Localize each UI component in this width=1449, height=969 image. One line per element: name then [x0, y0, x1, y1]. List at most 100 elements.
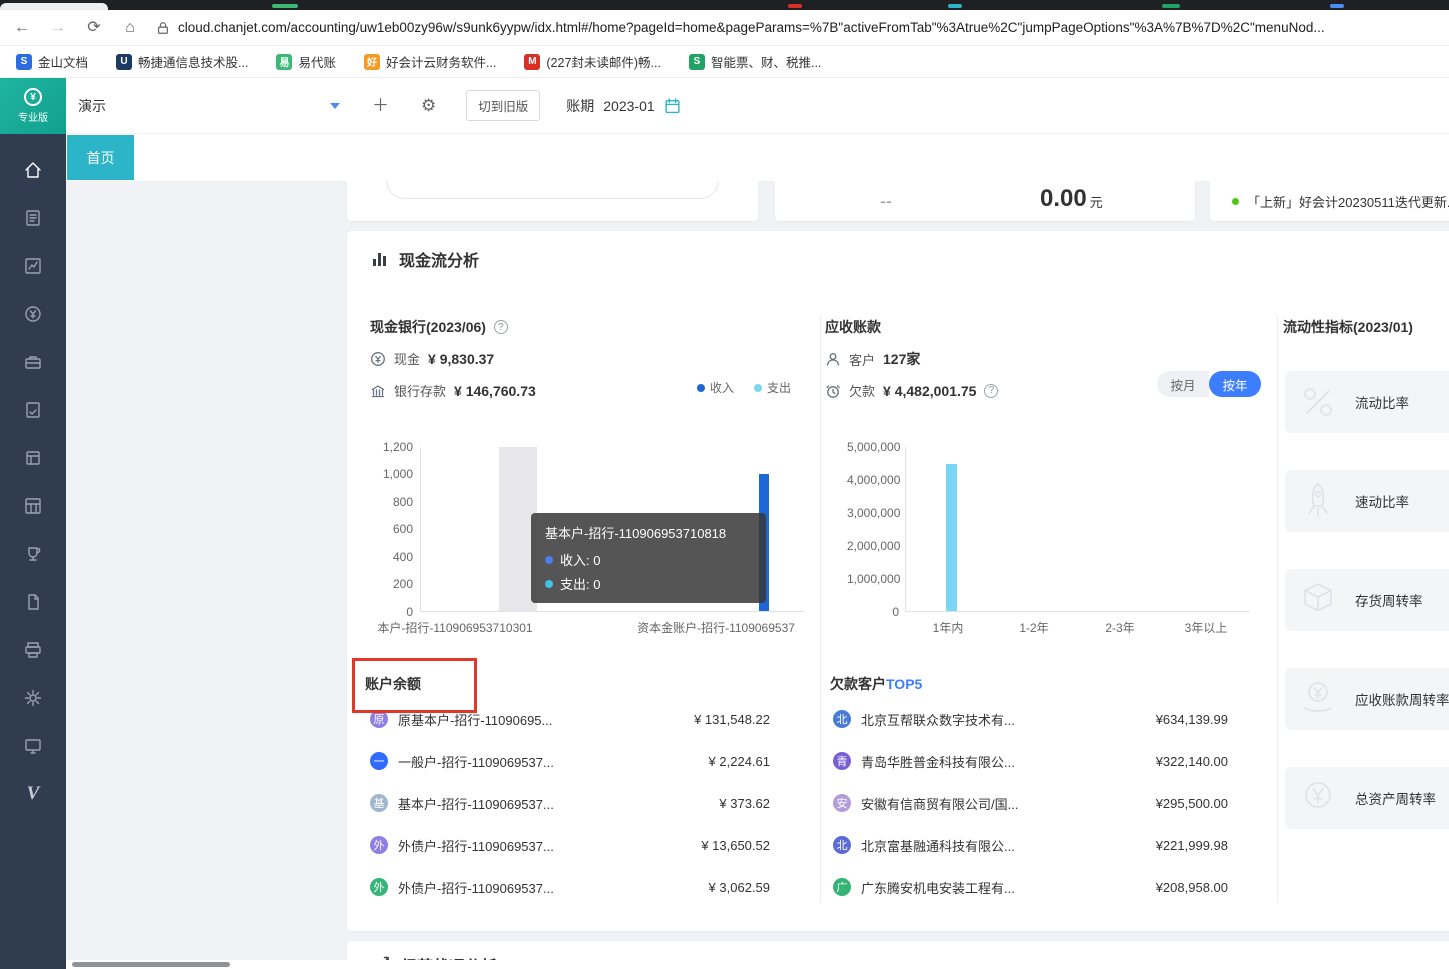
- scrollbar-thumb[interactable]: [72, 962, 230, 967]
- deposit-value: ¥ 146,760.73: [454, 382, 536, 399]
- sidebar-item-workbench[interactable]: [0, 722, 66, 770]
- debtor-row[interactable]: 北北京互帮联众数字技术有... ¥634,139.99: [833, 698, 1228, 740]
- y-tick-label: 600: [392, 522, 413, 536]
- sidebar-item-tax[interactable]: [0, 530, 66, 578]
- kpi-unit: 元: [1089, 194, 1103, 210]
- url-text[interactable]: cloud.chanjet.com/accounting/uw1eb00zy96…: [178, 20, 1325, 35]
- sidebar-item-assets[interactable]: [0, 338, 66, 386]
- sidebar-item-documents[interactable]: [0, 578, 66, 626]
- bookmark-kingsoft-docs[interactable]: S 金山文档: [16, 52, 88, 71]
- tile-current-ratio[interactable]: 流动比率: [1285, 371, 1449, 433]
- news-link[interactable]: 「上新」好会计20230511迭代更新...: [1247, 192, 1449, 211]
- asset-turnover-icon: [1305, 782, 1331, 808]
- quick-ratio-icon: [1308, 483, 1328, 517]
- tile-label: 存货周转率: [1355, 594, 1423, 609]
- account-name: 一般户-招行-1109069537...: [398, 754, 554, 770]
- account-set-select[interactable]: 演示: [78, 96, 340, 116]
- debtor-amount: ¥295,500.00: [1155, 795, 1228, 811]
- debtor-row[interactable]: 北北京富基融通科技有限公... ¥221,999.98: [833, 824, 1228, 866]
- sidebar-item-settings[interactable]: [0, 674, 66, 722]
- y-tick-label: 1,000: [382, 467, 413, 481]
- tab-favicon-mark: [272, 4, 298, 8]
- tab-favicon-mark: [788, 4, 802, 8]
- bookmark-chanjet[interactable]: U 畅捷通信息技术股...: [116, 52, 248, 71]
- sidebar-item-invoice[interactable]: [0, 434, 66, 482]
- sidebar-item-voucher[interactable]: [0, 194, 66, 242]
- receivables-turnover-icon: [1304, 682, 1332, 712]
- debtor-row[interactable]: 青青岛华胜普金科技有限公... ¥322,140.00: [833, 740, 1228, 782]
- calendar-icon[interactable]: [664, 97, 681, 114]
- bookmark-smart-tax[interactable]: S 智能票、财、税推...: [688, 52, 821, 71]
- account-name: 基本户-招行-1109069537...: [398, 796, 554, 812]
- bookmark-label: 金山文档: [38, 56, 89, 70]
- tax-icon: [28, 547, 41, 561]
- aging-bar[interactable]: [946, 464, 957, 611]
- sidebar-item-print[interactable]: [0, 626, 66, 674]
- refresh-icon[interactable]: ⟳: [84, 19, 104, 36]
- tile-asset-turnover[interactable]: 总资产周转率: [1285, 767, 1449, 829]
- assets-icon: [25, 356, 41, 369]
- cash-bank-plot: 基本户-招行-110906953710818 收入: 0 支出: 0: [420, 447, 805, 612]
- tab-home[interactable]: 首页: [67, 135, 134, 180]
- forward-icon[interactable]: →: [48, 19, 68, 36]
- bookmark-yidaizhang[interactable]: 易易代账: [276, 52, 336, 71]
- debtor-badge: 北: [833, 710, 851, 728]
- debtor-row[interactable]: 广广东腾安机电安装工程有... ¥208,958.00: [833, 866, 1228, 908]
- browser-active-tab[interactable]: [0, 3, 108, 10]
- tile-receivables-turnover[interactable]: 应收账款周转率: [1285, 668, 1449, 730]
- toggle-by-year[interactable]: 按年: [1209, 371, 1261, 397]
- bookmark-haokuaiji[interactable]: 好好会计云财务软件...: [363, 52, 496, 71]
- haokuaiji-favicon: 好: [363, 53, 380, 70]
- receivables-plot: [905, 447, 1250, 612]
- sidebar-item-home[interactable]: [0, 146, 66, 194]
- funds-icon: [25, 306, 41, 322]
- smart-tax-favicon: S: [688, 53, 705, 70]
- y-tick-label: 800: [392, 495, 413, 509]
- home-nav-icon[interactable]: ⌂: [120, 19, 140, 36]
- edition-logo[interactable]: ¥ 专业版: [0, 78, 66, 134]
- toggle-by-month[interactable]: 按月: [1157, 371, 1209, 397]
- tooltip-income-row: 收入: 0: [545, 550, 752, 569]
- help-icon[interactable]: ?: [984, 383, 999, 398]
- tile-inventory-turnover[interactable]: 存货周转率: [1285, 569, 1449, 631]
- liquidity-tiles: 流动比率 速动比率 存货周转率 应收账款周转率 总资产周转率: [1285, 371, 1449, 866]
- switch-old-version-button[interactable]: 切到旧版: [466, 90, 541, 121]
- debtor-row[interactable]: 安安徽有信商贸有限公司/国... ¥295,500.00: [833, 782, 1228, 824]
- horizontal-scrollbar[interactable]: [66, 960, 1449, 969]
- account-row[interactable]: 基基本户-招行-1109069537... ¥ 373.62: [370, 782, 770, 824]
- cashflow-analysis-card: 现金流分析 现金银行(2023/06) ? 现金 ¥ 9,830.37 银行存款…: [347, 231, 1449, 931]
- legend-expense[interactable]: 支出: [754, 379, 791, 396]
- account-row[interactable]: 外外债户-招行-1109069537... ¥ 13,650.52: [370, 824, 770, 866]
- add-account-set-button[interactable]: ＋: [372, 97, 389, 114]
- bookmark-label: 畅捷通信息技术股...: [138, 56, 249, 70]
- back-icon[interactable]: ←: [12, 19, 32, 36]
- tile-label: 速动比率: [1355, 495, 1409, 510]
- period-toggle: 按月 按年: [1157, 371, 1261, 397]
- lock-icon: [158, 21, 168, 34]
- url-bar[interactable]: cloud.chanjet.com/accounting/uw1eb00zy96…: [156, 14, 1437, 42]
- sidebar-item-checkout[interactable]: [0, 386, 66, 434]
- print-icon: [25, 642, 41, 658]
- tooltip-income-label: 收入: 0: [560, 553, 601, 568]
- search-input[interactable]: [386, 181, 719, 199]
- cashflow-title-text: 现金流分析: [399, 253, 480, 270]
- sidebar-item-brand[interactable]: V: [0, 770, 66, 818]
- chart-tooltip: 基本户-招行-110906953710818 收入: 0 支出: 0: [531, 513, 766, 603]
- sidebar-item-reports[interactable]: [0, 242, 66, 290]
- header-gear-icon[interactable]: ⚙: [421, 97, 436, 114]
- period-value[interactable]: 2023-01: [603, 98, 654, 114]
- account-row[interactable]: 外外债户-招行-1109069537... ¥ 3,062.59: [370, 866, 770, 908]
- legend-income[interactable]: 收入: [697, 379, 734, 396]
- account-row[interactable]: 一一般户-招行-1109069537... ¥ 2,224.61: [370, 740, 770, 782]
- bookmark-mail[interactable]: M (227封未读邮件)畅...: [524, 52, 661, 71]
- settings-gear-icon: [24, 689, 42, 707]
- debt-label: 欠款: [849, 384, 876, 399]
- sidebar-item-funds[interactable]: [0, 290, 66, 338]
- help-icon[interactable]: ?: [493, 320, 508, 334]
- account-set-name: 演示: [78, 97, 106, 114]
- debtor-name: 安徽有信商贸有限公司/国...: [861, 796, 1019, 812]
- sidebar-item-ledger[interactable]: [0, 482, 66, 530]
- tile-quick-ratio[interactable]: 速动比率: [1285, 470, 1449, 532]
- app-window: ¥ 专业版 V 演示 ＋ ⚙ 切到旧版 账期 2023-01 首页 -- 0.0…: [0, 78, 1449, 969]
- browser-tab-strip[interactable]: [0, 0, 1449, 10]
